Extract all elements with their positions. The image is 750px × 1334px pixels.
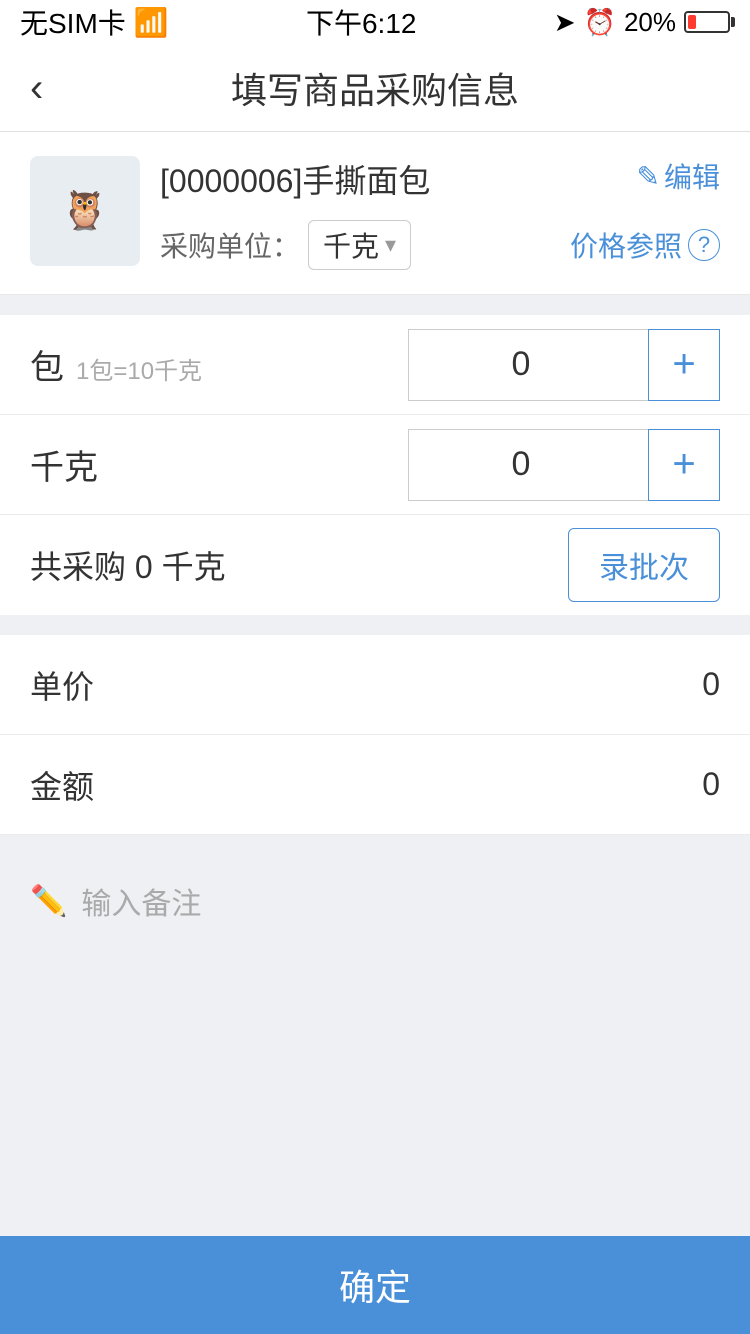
unit-price-label: 单价 [30, 662, 94, 708]
status-right: ➤ ⏰ 20% [554, 7, 730, 38]
carrier-text: 无SIM卡 [20, 2, 126, 42]
alarm-icon: ⏰ [584, 7, 616, 38]
summary-row: 共采购 0 千克 录批次 [0, 515, 750, 615]
status-bar: 无SIM卡 📶 下午6:12 ➤ ⏰ 20% [0, 0, 750, 44]
status-left: 无SIM卡 📶 [20, 2, 169, 42]
bao-input[interactable] [408, 329, 648, 401]
battery-percent: 20% [624, 7, 676, 38]
price-ref-label: 价格参照 [570, 225, 682, 265]
bao-plus-button[interactable]: + [648, 329, 720, 401]
amount-value: 0 [702, 766, 720, 803]
section-divider-2 [0, 615, 750, 635]
edit-icon: ✎ [637, 160, 660, 193]
bao-input-group: + [408, 329, 720, 401]
product-unit-row: 采购单位： 千克 ▾ 价格参照 ? [160, 220, 720, 270]
status-time: 下午6:12 [306, 2, 417, 42]
product-header: [0000006]手撕面包 ✎ 编辑 [160, 156, 720, 202]
help-icon: ? [688, 229, 720, 261]
chevron-down-icon: ▾ [385, 232, 396, 258]
wifi-icon: 📶 [134, 6, 169, 39]
kg-input[interactable] [408, 429, 648, 501]
bao-sub-label: 1包=10千克 [76, 351, 202, 386]
battery-icon [684, 11, 730, 33]
product-info: [0000006]手撕面包 ✎ 编辑 采购单位： 千克 ▾ 价格参照 ? [160, 156, 720, 270]
product-logo: 🦉 [61, 189, 108, 233]
edit-label: 编辑 [664, 156, 720, 196]
confirm-button[interactable]: 确定 [0, 1236, 750, 1334]
section-divider-3 [0, 835, 750, 855]
amount-label: 金额 [30, 762, 94, 808]
product-image: 🦉 [30, 156, 140, 266]
kg-label-group: 千克 [30, 440, 98, 489]
unit-label: 采购单位： [160, 225, 300, 265]
remark-placeholder: 输入备注 [81, 879, 201, 923]
product-card: 🦉 [0000006]手撕面包 ✎ 编辑 采购单位： 千克 ▾ 价格参照 ? [0, 132, 750, 295]
unit-value: 千克 [323, 225, 379, 265]
price-section: 单价 0 金额 0 [0, 635, 750, 835]
product-name: [0000006]手撕面包 [160, 156, 430, 202]
kg-plus-button[interactable]: + [648, 429, 720, 501]
unit-price-value: 0 [702, 666, 720, 703]
bao-label-group: 包 1包=10千克 [30, 340, 202, 389]
quantity-section: 包 1包=10千克 + 千克 + [0, 315, 750, 515]
kg-row: 千克 + [0, 415, 750, 515]
price-ref-button[interactable]: 价格参照 ? [570, 225, 720, 265]
amount-row: 金额 0 [0, 735, 750, 835]
location-icon: ➤ [554, 7, 576, 38]
unit-select[interactable]: 千克 ▾ [308, 220, 411, 270]
kg-input-group: + [408, 429, 720, 501]
page-title: 填写商品采购信息 [231, 62, 519, 114]
remark-section[interactable]: ✏️ 输入备注 [0, 855, 750, 947]
pencil-icon: ✏️ [30, 884, 67, 919]
record-batch-button[interactable]: 录批次 [568, 528, 720, 602]
edit-button[interactable]: ✎ 编辑 [637, 156, 720, 196]
nav-bar: ‹ 填写商品采购信息 [0, 44, 750, 132]
bao-label: 包 [30, 340, 64, 389]
summary-text: 共采购 0 千克 [30, 542, 226, 588]
unit-price-row: 单价 0 [0, 635, 750, 735]
bao-row: 包 1包=10千克 + [0, 315, 750, 415]
kg-label: 千克 [30, 440, 98, 489]
section-divider-1 [0, 295, 750, 315]
back-button[interactable]: ‹ [30, 68, 43, 108]
empty-area [0, 947, 750, 1247]
